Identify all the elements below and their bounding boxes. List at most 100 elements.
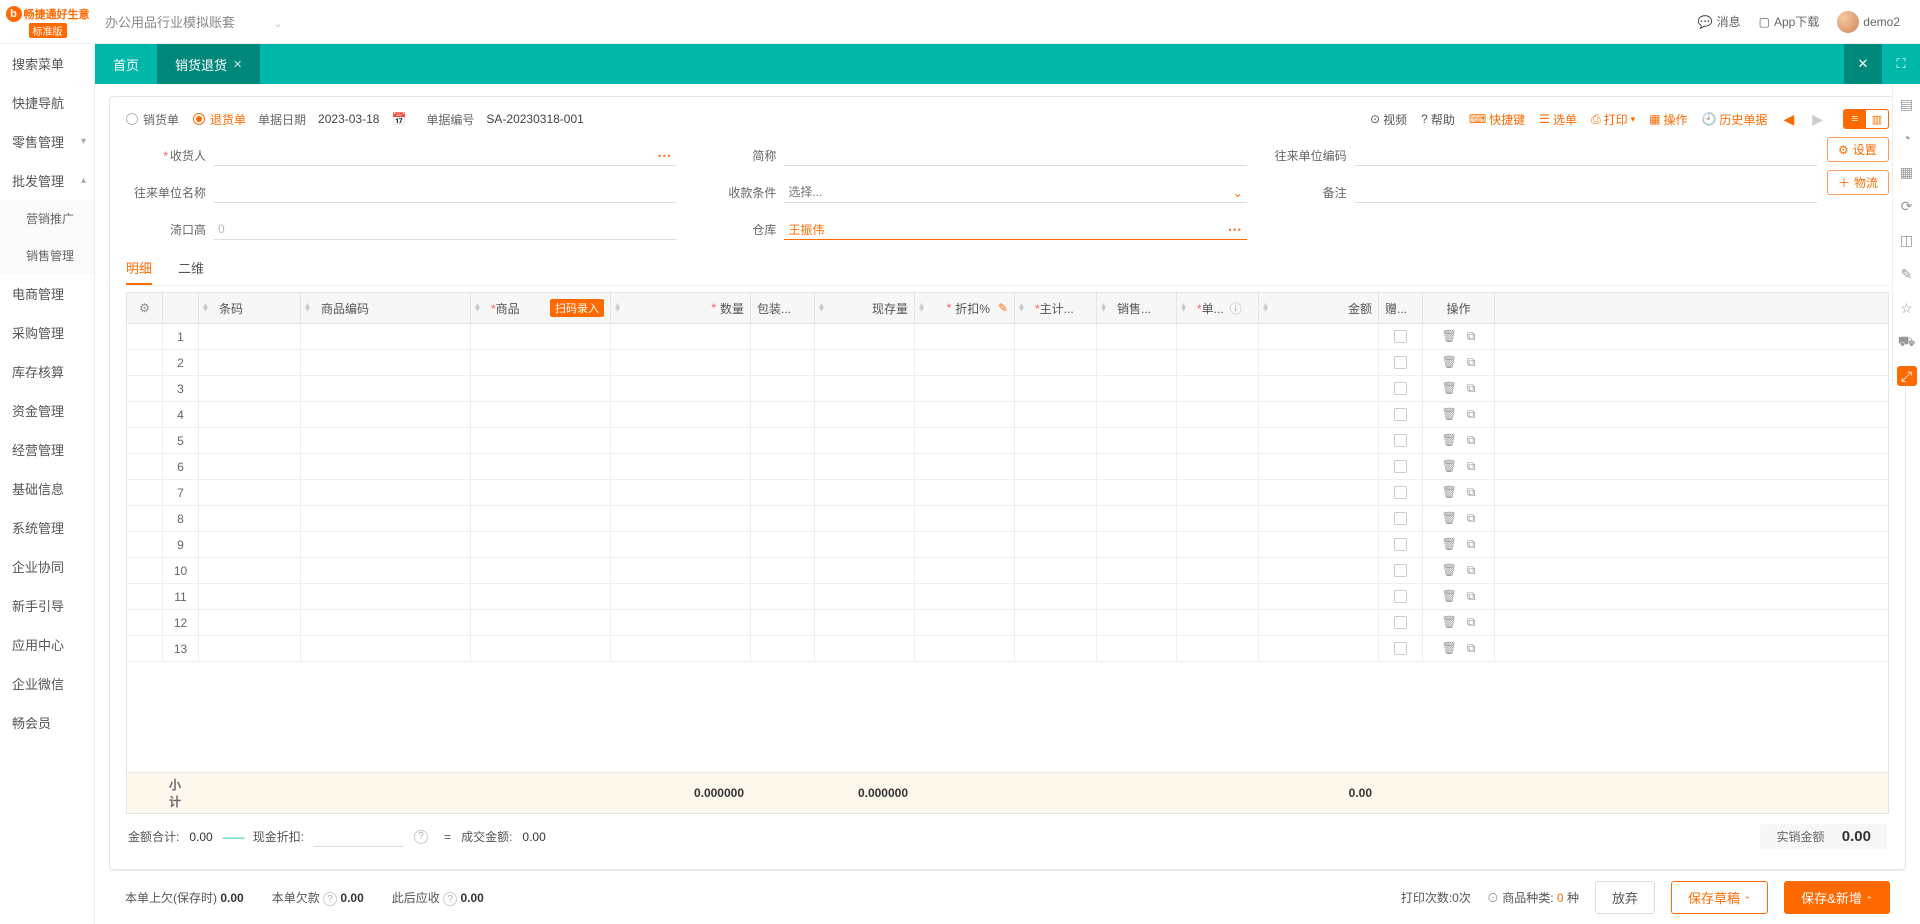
help-icon[interactable]: ? (414, 830, 428, 844)
col-qty[interactable]: ▴▾*数量 (611, 293, 751, 323)
sidebar-item-17[interactable]: 畅会员 (0, 703, 94, 742)
abandon-button[interactable]: 放弃 (1595, 881, 1655, 914)
fullscreen-button[interactable]: ⛶ (1882, 44, 1920, 84)
close-icon[interactable]: ✕ (233, 58, 242, 71)
company-select[interactable]: 办公用品行业模拟账套 ⌄ (105, 12, 255, 31)
copy-icon[interactable]: ⧉ (1467, 537, 1476, 552)
subtab-qr[interactable]: 二维 (178, 252, 204, 285)
copy-icon[interactable]: ⧉ (1467, 355, 1476, 370)
sidebar-item-7[interactable]: 采购管理 (0, 313, 94, 352)
date-value[interactable]: 2023-03-18 (318, 112, 379, 126)
col-amount[interactable]: ▴▾金额 (1259, 293, 1379, 323)
sidebar-item-11[interactable]: 基础信息 (0, 469, 94, 508)
delete-icon[interactable]: 🗑 (1442, 433, 1457, 448)
col-discount[interactable]: ▴▾*折扣%✎ (915, 293, 1015, 323)
sidebar-item-3[interactable]: 批发管理▴ (0, 161, 94, 200)
sidebar-item-10[interactable]: 经营管理 (0, 430, 94, 469)
gift-checkbox[interactable] (1394, 434, 1407, 447)
delete-icon[interactable]: 🗑 (1442, 459, 1457, 474)
col-barcode[interactable]: ▴▾条码 (199, 293, 301, 323)
gift-checkbox[interactable] (1394, 616, 1407, 629)
edit-icon[interactable]: ✎ (998, 301, 1008, 315)
sidebar-item-4[interactable]: 营销推广 (0, 200, 94, 237)
radio-sales[interactable]: 销货单 (126, 111, 179, 128)
table-row[interactable]: 5🗑⧉ (127, 428, 1888, 454)
copy-icon[interactable]: ⧉ (1467, 329, 1476, 344)
rail-icon-1[interactable]: ▤ (1897, 94, 1917, 114)
subtab-detail[interactable]: 明细 (126, 252, 152, 285)
column-settings-button[interactable]: ⚙ (127, 293, 163, 323)
table-row[interactable]: 1🗑⧉ (127, 324, 1888, 350)
user-menu[interactable]: demo2 (1837, 11, 1900, 33)
table-row[interactable]: 3🗑⧉ (127, 376, 1888, 402)
tab-close-all-button[interactable]: ✕ (1844, 44, 1882, 84)
delete-icon[interactable]: 🗑 (1442, 329, 1457, 344)
gift-checkbox[interactable] (1394, 486, 1407, 499)
app-download-button[interactable]: ▢ App下载 (1759, 13, 1820, 30)
delete-icon[interactable]: 🗑 (1442, 381, 1457, 396)
col-sale[interactable]: ▴▾销售... (1097, 293, 1177, 323)
rail-truck-icon[interactable]: ⛟ (1897, 332, 1917, 352)
sidebar-item-6[interactable]: 电商管理 (0, 274, 94, 313)
help-button[interactable]: ?帮助 (1421, 111, 1455, 128)
rail-star-icon[interactable]: ☆ (1897, 298, 1917, 318)
rail-expand-icon[interactable]: ⤢ (1897, 366, 1917, 386)
history-button[interactable]: 🕘历史单据 (1701, 111, 1767, 128)
col-stock[interactable]: ▴▾现存量 (815, 293, 915, 323)
table-row[interactable]: 2🗑⧉ (127, 350, 1888, 376)
table-row[interactable]: 6🗑⧉ (127, 454, 1888, 480)
delete-icon[interactable]: 🗑 (1442, 355, 1457, 370)
copy-icon[interactable]: ⧉ (1467, 615, 1476, 630)
help-icon[interactable]: ? (323, 892, 337, 906)
rail-icon-2[interactable]: ◔ (1897, 128, 1917, 148)
sidebar-item-13[interactable]: 企业协同 (0, 547, 94, 586)
col-gift[interactable]: 赠... (1379, 293, 1423, 323)
tab-sales-return[interactable]: 销货退货 ✕ (157, 44, 260, 84)
tab-home[interactable]: 首页 (95, 44, 157, 84)
sidebar-item-14[interactable]: 新手引导 (0, 586, 94, 625)
logistics-button[interactable]: ＋物流 (1827, 170, 1889, 195)
operate-button[interactable]: ▦操作 (1649, 111, 1687, 128)
copy-icon[interactable]: ⧉ (1467, 589, 1476, 604)
sidebar-item-0[interactable]: 搜索菜单 (0, 44, 94, 83)
table-row[interactable]: 8🗑⧉ (127, 506, 1888, 532)
messages-button[interactable]: 💬 消息 (1698, 13, 1741, 30)
sidebar-item-12[interactable]: 系统管理 (0, 508, 94, 547)
col-sku[interactable]: ▴▾商品编码 (301, 293, 471, 323)
sidebar-item-9[interactable]: 资金管理 (0, 391, 94, 430)
toggle-icon[interactable]: ⊙ (1487, 891, 1499, 905)
table-row[interactable]: 12🗑⧉ (127, 610, 1888, 636)
copy-icon[interactable]: ⧉ (1467, 407, 1476, 422)
table-row[interactable]: 11🗑⧉ (127, 584, 1888, 610)
delete-icon[interactable]: 🗑 (1442, 589, 1457, 604)
delete-icon[interactable]: 🗑 (1442, 407, 1457, 422)
col-unit[interactable]: ▴▾*单...ⓘ (1177, 293, 1259, 323)
pay-terms-select[interactable] (784, 182, 1246, 203)
cash-discount-input[interactable] (314, 827, 404, 847)
help-icon[interactable]: ? (443, 892, 457, 906)
table-row[interactable]: 4🗑⧉ (127, 402, 1888, 428)
info-icon[interactable]: ⓘ (1230, 300, 1242, 317)
copy-icon[interactable]: ⧉ (1467, 641, 1476, 656)
print-button[interactable]: ⎙打印▾ (1591, 111, 1635, 128)
shortcut-button[interactable]: ⌨快捷键 (1469, 111, 1525, 128)
receiver-input[interactable] (214, 145, 676, 166)
sidebar-item-5[interactable]: 销售管理 (0, 237, 94, 274)
kou-input[interactable] (214, 219, 676, 240)
remark-input[interactable] (1355, 182, 1817, 203)
col-maincalc[interactable]: ▴▾*主计... (1015, 293, 1097, 323)
delete-icon[interactable]: 🗑 (1442, 485, 1457, 500)
copy-icon[interactable]: ⧉ (1467, 459, 1476, 474)
gift-checkbox[interactable] (1394, 408, 1407, 421)
ellipsis-icon[interactable]: ⋯ (657, 147, 672, 164)
delete-icon[interactable]: 🗑 (1442, 511, 1457, 526)
copy-icon[interactable]: ⧉ (1467, 511, 1476, 526)
col-pack[interactable]: 包装... (751, 293, 815, 323)
short-input[interactable] (784, 145, 1246, 166)
view-grid-button[interactable]: ▥ (1866, 110, 1888, 128)
settings-button[interactable]: ⚙设置 (1827, 137, 1889, 162)
calendar-icon[interactable]: 📅 (391, 112, 406, 126)
copy-icon[interactable]: ⧉ (1467, 563, 1476, 578)
gift-checkbox[interactable] (1394, 382, 1407, 395)
sidebar-item-1[interactable]: 快捷导航 (0, 83, 94, 122)
